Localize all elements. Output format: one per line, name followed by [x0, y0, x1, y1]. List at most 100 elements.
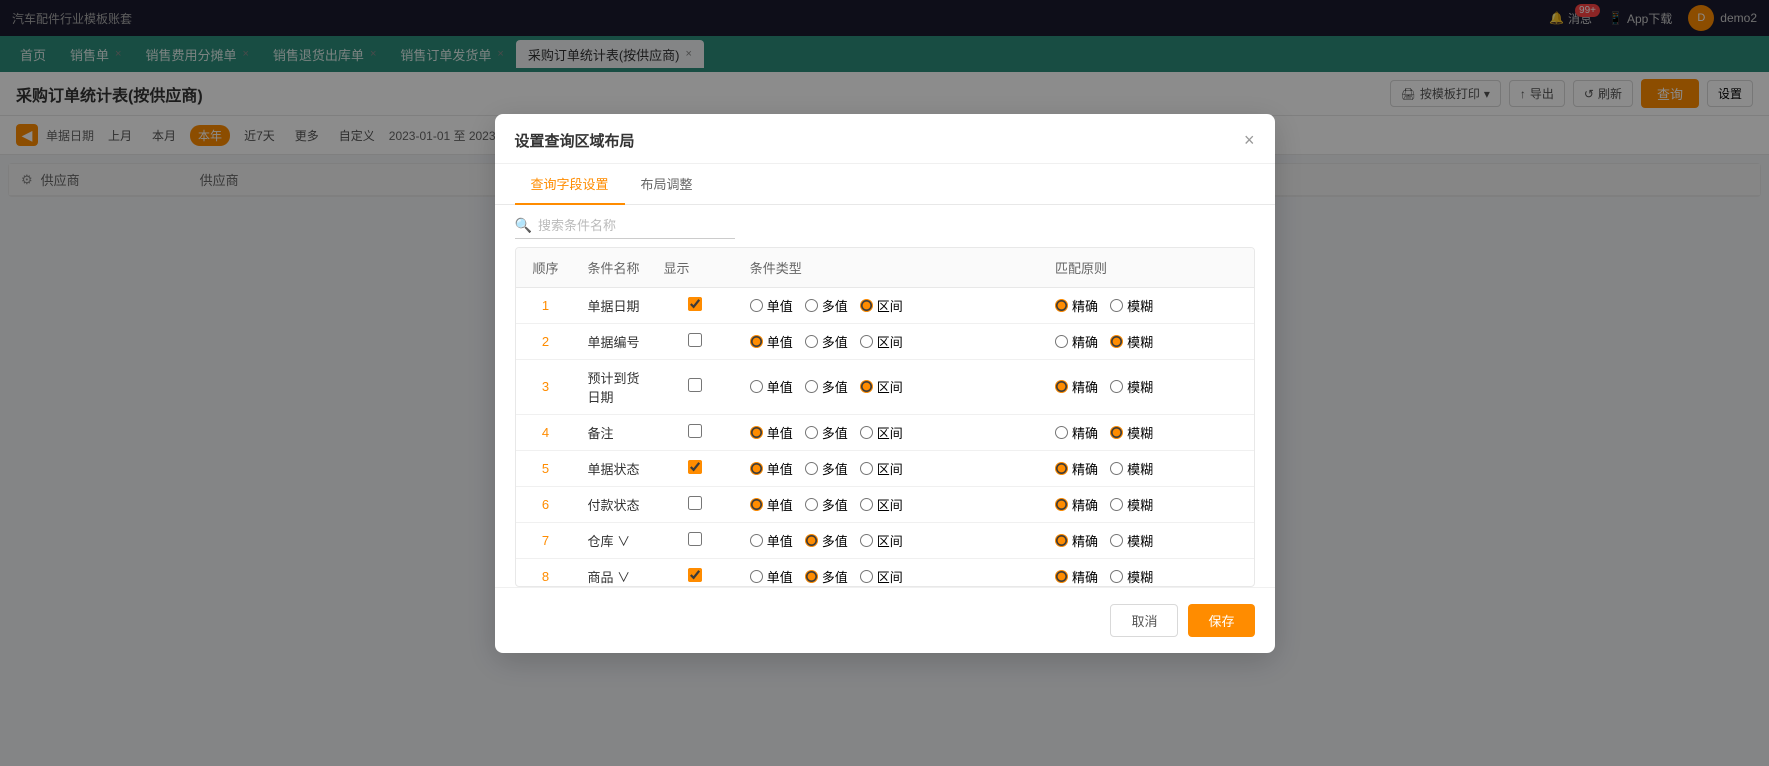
row-display-checkbox[interactable]: [688, 460, 702, 474]
radio-type-item[interactable]: 单值: [750, 332, 793, 351]
row-display-cell: [652, 522, 738, 558]
radio-match-item[interactable]: 模糊: [1110, 296, 1153, 315]
radio-match-item[interactable]: 模糊: [1110, 423, 1153, 442]
row-match-cell: 精确模糊: [1043, 323, 1253, 359]
dialog-header: 设置查询区域布局 ×: [495, 114, 1275, 164]
row-display-checkbox[interactable]: [688, 424, 702, 438]
radio-match-item[interactable]: 模糊: [1110, 459, 1153, 478]
row-order: 6: [516, 486, 576, 522]
col-order: 顺序: [516, 248, 576, 288]
radio-match-item[interactable]: 精确: [1055, 332, 1098, 351]
row-type-cell: 单值多值区间: [738, 359, 1043, 414]
row-display-checkbox[interactable]: [688, 297, 702, 311]
radio-type-item[interactable]: 多值: [805, 531, 848, 550]
radio-type-item[interactable]: 区间: [860, 377, 903, 396]
radio-match-item[interactable]: 模糊: [1110, 332, 1153, 351]
row-type-cell: 单值多值区间: [738, 558, 1043, 587]
radio-type-item[interactable]: 单值: [750, 296, 793, 315]
row-match-cell: 精确模糊: [1043, 558, 1253, 587]
row-condition-name: 付款状态: [576, 486, 652, 522]
row-type-cell: 单值多值区间: [738, 522, 1043, 558]
radio-type-item[interactable]: 单值: [750, 531, 793, 550]
row-display-cell: [652, 323, 738, 359]
radio-type-item[interactable]: 区间: [860, 495, 903, 514]
radio-match-item[interactable]: 精确: [1055, 531, 1098, 550]
radio-type-item[interactable]: 多值: [805, 567, 848, 586]
row-match-cell: 精确模糊: [1043, 450, 1253, 486]
row-display-cell: [652, 414, 738, 450]
radio-type-item[interactable]: 区间: [860, 459, 903, 478]
row-display-checkbox[interactable]: [688, 568, 702, 582]
row-type-cell: 单值多值区间: [738, 323, 1043, 359]
row-display-cell: [652, 359, 738, 414]
radio-type-item[interactable]: 单值: [750, 495, 793, 514]
save-button[interactable]: 保存: [1188, 604, 1254, 637]
radio-type-item[interactable]: 区间: [860, 332, 903, 351]
dialog-footer: 取消 保存: [495, 587, 1275, 653]
col-name: 条件名称: [576, 248, 652, 288]
radio-match-item[interactable]: 精确: [1055, 377, 1098, 396]
radio-type-item[interactable]: 多值: [805, 423, 848, 442]
dialog-tab-fields[interactable]: 查询字段设置: [515, 164, 625, 205]
row-order: 8: [516, 558, 576, 587]
dialog-tab-layout[interactable]: 布局调整: [625, 164, 709, 205]
cancel-button[interactable]: 取消: [1110, 604, 1178, 637]
table-row: 2单据编号单值多值区间精确模糊: [516, 323, 1254, 359]
radio-match-item[interactable]: 模糊: [1110, 495, 1153, 514]
row-condition-name: 商品 ∨: [576, 558, 652, 587]
radio-type-item[interactable]: 多值: [805, 332, 848, 351]
radio-match-item[interactable]: 精确: [1055, 296, 1098, 315]
search-icon: 🔍: [515, 217, 532, 234]
dialog-tab-fields-label: 查询字段设置: [531, 177, 609, 192]
dialog-close-button[interactable]: ×: [1244, 131, 1255, 161]
radio-match-item[interactable]: 模糊: [1110, 377, 1153, 396]
row-order: 3: [516, 359, 576, 414]
table-row: 5单据状态单值多值区间精确模糊: [516, 450, 1254, 486]
row-display-cell: [652, 486, 738, 522]
radio-type-item[interactable]: 区间: [860, 531, 903, 550]
search-input[interactable]: [538, 218, 718, 233]
table-row: 6付款状态 单值多值区间 精确模糊: [516, 486, 1254, 522]
row-type-cell: 单值多值区间: [738, 414, 1043, 450]
row-display-cell: [652, 450, 738, 486]
search-wrapper: 🔍: [515, 217, 735, 239]
row-condition-name: 仓库 ∨: [576, 522, 652, 558]
row-display-cell: [652, 287, 738, 323]
dialog-tab-layout-label: 布局调整: [641, 177, 693, 192]
radio-type-item[interactable]: 多值: [805, 377, 848, 396]
radio-type-item[interactable]: 单值: [750, 459, 793, 478]
radio-match-item[interactable]: 精确: [1055, 567, 1098, 586]
radio-match-item[interactable]: 精确: [1055, 423, 1098, 442]
radio-type-item[interactable]: 区间: [860, 296, 903, 315]
row-match-cell: 精确模糊: [1043, 359, 1253, 414]
row-type-cell: 单值多值区间: [738, 450, 1043, 486]
row-match-cell: 精确模糊: [1043, 287, 1253, 323]
col-type: 条件类型: [738, 248, 1043, 288]
radio-type-item[interactable]: 多值: [805, 296, 848, 315]
table-row: 1单据日期 单值多值区间 精确模糊: [516, 287, 1254, 323]
row-display-checkbox[interactable]: [688, 496, 702, 510]
row-condition-name: 单据日期: [576, 287, 652, 323]
radio-match-item[interactable]: 模糊: [1110, 531, 1153, 550]
table-header-row: 顺序 条件名称 显示 条件类型 匹配原则: [516, 248, 1254, 288]
modal-overlay: 设置查询区域布局 × 查询字段设置 布局调整 🔍 顺序: [0, 0, 1769, 766]
radio-type-item[interactable]: 多值: [805, 495, 848, 514]
radio-type-item[interactable]: 多值: [805, 459, 848, 478]
radio-type-item[interactable]: 单值: [750, 423, 793, 442]
radio-match-item[interactable]: 精确: [1055, 459, 1098, 478]
row-match-cell: 精确模糊: [1043, 486, 1253, 522]
radio-type-item[interactable]: 单值: [750, 567, 793, 586]
radio-match-item[interactable]: 精确: [1055, 495, 1098, 514]
radio-type-item[interactable]: 区间: [860, 423, 903, 442]
row-order: 1: [516, 287, 576, 323]
radio-match-item[interactable]: 模糊: [1110, 567, 1153, 586]
row-display-checkbox[interactable]: [688, 333, 702, 347]
row-display-checkbox[interactable]: [688, 532, 702, 546]
row-display-checkbox[interactable]: [688, 378, 702, 392]
col-match: 匹配原则: [1043, 248, 1253, 288]
radio-type-item[interactable]: 单值: [750, 377, 793, 396]
radio-type-item[interactable]: 区间: [860, 567, 903, 586]
search-row: 🔍: [495, 205, 1275, 247]
row-match-cell: 精确模糊: [1043, 522, 1253, 558]
dialog-tabs: 查询字段设置 布局调整: [495, 164, 1275, 205]
